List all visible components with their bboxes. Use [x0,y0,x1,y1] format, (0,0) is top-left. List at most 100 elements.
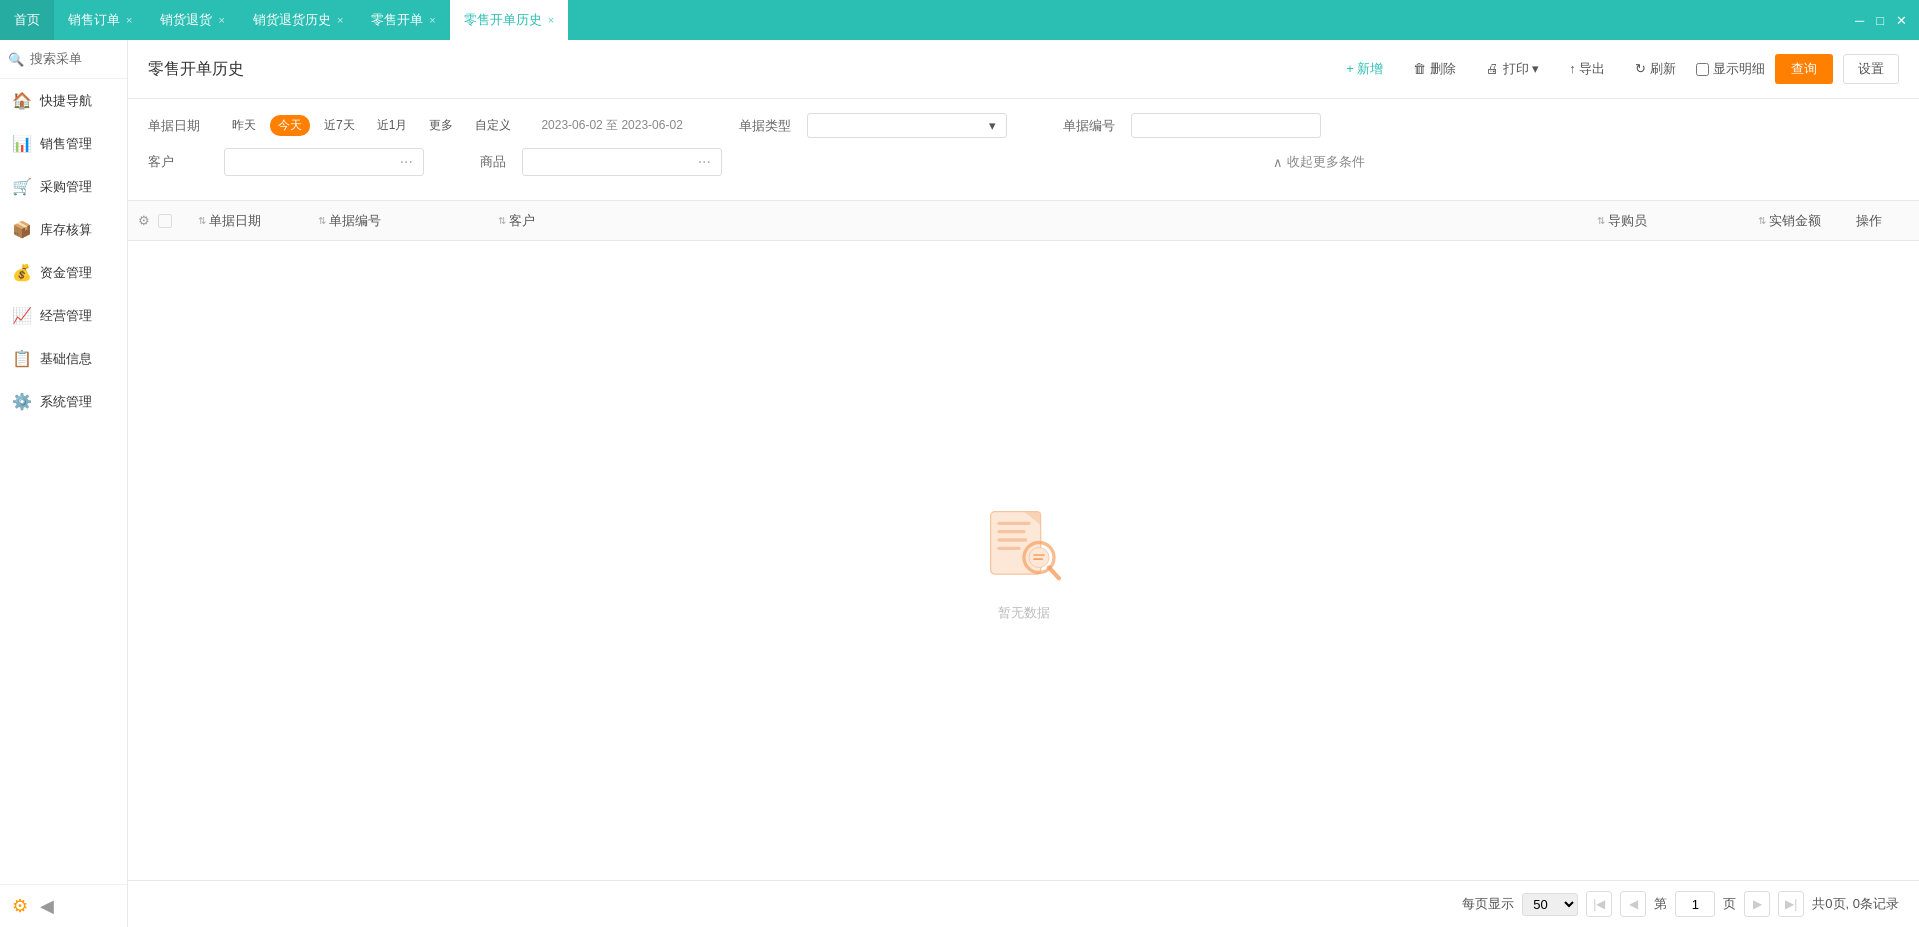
page-title: 零售开单历史 [148,59,244,94]
date-tabs: 昨天 今天 近7天 近1月 更多 自定义 [224,115,519,136]
tab-home[interactable]: 首页 [0,0,54,40]
search-label: 搜索采单 [30,50,82,68]
last-page-btn[interactable]: ▶| [1778,891,1804,917]
next-page-btn[interactable]: ▶ [1744,891,1770,917]
col-checkbox [158,214,190,228]
customer-filter-label: 客户 [148,153,208,171]
col-bill-no-label: 单据编号 [329,212,381,230]
pagination: 每页显示 50 10 20 100 |◀ ◀ 第 页 ▶ ▶| 共0页, 0条记… [128,880,1919,927]
sales-icon: 📊 [12,134,32,153]
date-tab-1month[interactable]: 近1月 [369,115,416,136]
col-action-header: 操作 [1829,212,1909,230]
type-select[interactable]: ▾ [807,113,1007,138]
date-tab-today[interactable]: 今天 [270,115,310,136]
date-tab-more[interactable]: 更多 [421,115,461,136]
sidebar-label-operations: 经营管理 [40,307,92,325]
basic-info-icon: 📋 [12,349,32,368]
filter-row-date: 单据日期 昨天 今天 近7天 近1月 更多 自定义 2023-06-02 至 2… [148,113,1899,138]
delete-button[interactable]: 🗑 删除 [1403,55,1466,83]
tab-returns-close[interactable]: × [218,14,224,26]
export-button[interactable]: ↑ 导出 [1559,55,1615,83]
tab-returns-history[interactable]: 销货退货历史 × [239,0,357,40]
minimize-btn[interactable]: ─ [1855,13,1864,28]
date-tab-custom[interactable]: 自定义 [467,115,519,136]
maximize-btn[interactable]: □ [1876,13,1884,28]
sidebar-label-sales: 销售管理 [40,135,92,153]
sidebar: 🔍 搜索采单 🏠 快捷导航 📊 销售管理 🛒 采购管理 📦 库存核算 💰 资金管… [0,40,128,927]
sidebar-item-inventory[interactable]: 📦 库存核算 [0,208,127,251]
bill-no-input[interactable] [1131,113,1321,138]
total-label: 共0页, 0条记录 [1812,895,1899,913]
sidebar-bottom: ⚙ ◀ [0,884,127,927]
tab-retail-open[interactable]: 零售开单 × [357,0,449,40]
sidebar-search[interactable]: 🔍 搜索采单 [0,40,127,79]
display-detail-label: 显示明细 [1713,60,1765,78]
col-action-label: 操作 [1856,212,1882,230]
goods-filter-label: 商品 [480,153,506,171]
collapse-sidebar-icon[interactable]: ◀ [40,895,54,917]
per-page-label: 每页显示 [1462,895,1514,913]
add-button[interactable]: + 新增 [1336,55,1393,83]
settings-button[interactable]: 设置 [1843,54,1899,84]
date-tab-yesterday[interactable]: 昨天 [224,115,264,136]
sidebar-item-purchase[interactable]: 🛒 采购管理 [0,165,127,208]
tab-retail-open-label: 零售开单 [371,11,423,29]
empty-state: 暂无数据 [128,241,1919,880]
sort-up-icon: ⇅ [198,215,206,226]
goods-input[interactable]: ··· [522,148,722,176]
date-filter-label: 单据日期 [148,117,208,135]
page-input[interactable] [1675,891,1715,917]
col-bill-no-header[interactable]: ⇅ 单据编号 [310,212,490,230]
tab-returns-label: 销货退货 [160,11,212,29]
close-btn-window[interactable]: ✕ [1896,13,1907,28]
col-guide-header[interactable]: ⇅ 导购员 [1589,212,1709,230]
sidebar-label-system: 系统管理 [40,393,92,411]
toolbar: + 新增 🗑 删除 🖨 打印 ▾ ↑ 导出 ↻ 刷新 显示明细 查询 设置 [1336,54,1899,98]
select-all-checkbox[interactable] [158,214,172,228]
col-customer-header[interactable]: ⇅ 客户 [490,212,1589,230]
tab-returns-history-label: 销货退货历史 [253,11,331,29]
display-detail-checkbox[interactable] [1696,63,1709,76]
query-button[interactable]: 查询 [1775,54,1833,84]
sidebar-item-sales[interactable]: 📊 销售管理 [0,122,127,165]
svg-line-8 [1049,567,1059,578]
print-button[interactable]: 🖨 打印 ▾ [1476,55,1549,83]
sidebar-item-operations[interactable]: 📈 经营管理 [0,294,127,337]
sidebar-item-basic-info[interactable]: 📋 基础信息 [0,337,127,380]
inventory-icon: 📦 [12,220,32,239]
per-page-select[interactable]: 50 10 20 100 [1522,893,1578,916]
tab-returns[interactable]: 销货退货 × [146,0,238,40]
date-tab-7days[interactable]: 近7天 [316,115,363,136]
sidebar-item-navigation[interactable]: 🏠 快捷导航 [0,79,127,122]
customer-ellipsis[interactable]: ··· [400,153,413,171]
operations-icon: 📈 [12,306,32,325]
tab-retail-open-close[interactable]: × [429,14,435,26]
customer-input[interactable]: ··· [224,148,424,176]
display-detail-toggle[interactable]: 显示明细 [1696,60,1765,78]
prev-page-btn[interactable]: ◀ [1620,891,1646,917]
window-controls: ─ □ ✕ [1843,13,1919,28]
settings-gear-icon[interactable]: ⚙ [12,895,28,917]
sort-amount-icon: ⇅ [1758,215,1766,226]
first-page-btn[interactable]: |◀ [1586,891,1612,917]
refresh-button[interactable]: ↻ 刷新 [1625,55,1686,83]
sidebar-item-system[interactable]: ⚙️ 系统管理 [0,380,127,423]
goods-ellipsis[interactable]: ··· [698,153,711,171]
tab-sales-order[interactable]: 销售订单 × [54,0,146,40]
col-date-header[interactable]: ⇅ 单据日期 [190,212,310,230]
main-layout: 🔍 搜索采单 🏠 快捷导航 📊 销售管理 🛒 采购管理 📦 库存核算 💰 资金管… [0,40,1919,927]
collapse-label: 收起更多条件 [1287,153,1365,171]
tab-retail-history-close[interactable]: × [548,14,554,26]
col-date-label: 单据日期 [209,212,261,230]
search-icon: 🔍 [8,52,24,67]
sidebar-item-finance[interactable]: 💰 资金管理 [0,251,127,294]
collapse-more-btn[interactable]: ∧ 收起更多条件 [1273,149,1365,175]
tab-sales-order-close[interactable]: × [126,14,132,26]
tab-retail-history[interactable]: 零售开单历史 × [450,0,568,40]
type-filter-label: 单据类型 [739,117,791,135]
table-settings-icon[interactable]: ⚙ [138,213,150,228]
col-amount-header[interactable]: ⇅ 实销金额 [1709,212,1829,230]
tab-returns-history-close[interactable]: × [337,14,343,26]
purchase-icon: 🛒 [12,177,32,196]
svg-rect-2 [997,530,1025,533]
